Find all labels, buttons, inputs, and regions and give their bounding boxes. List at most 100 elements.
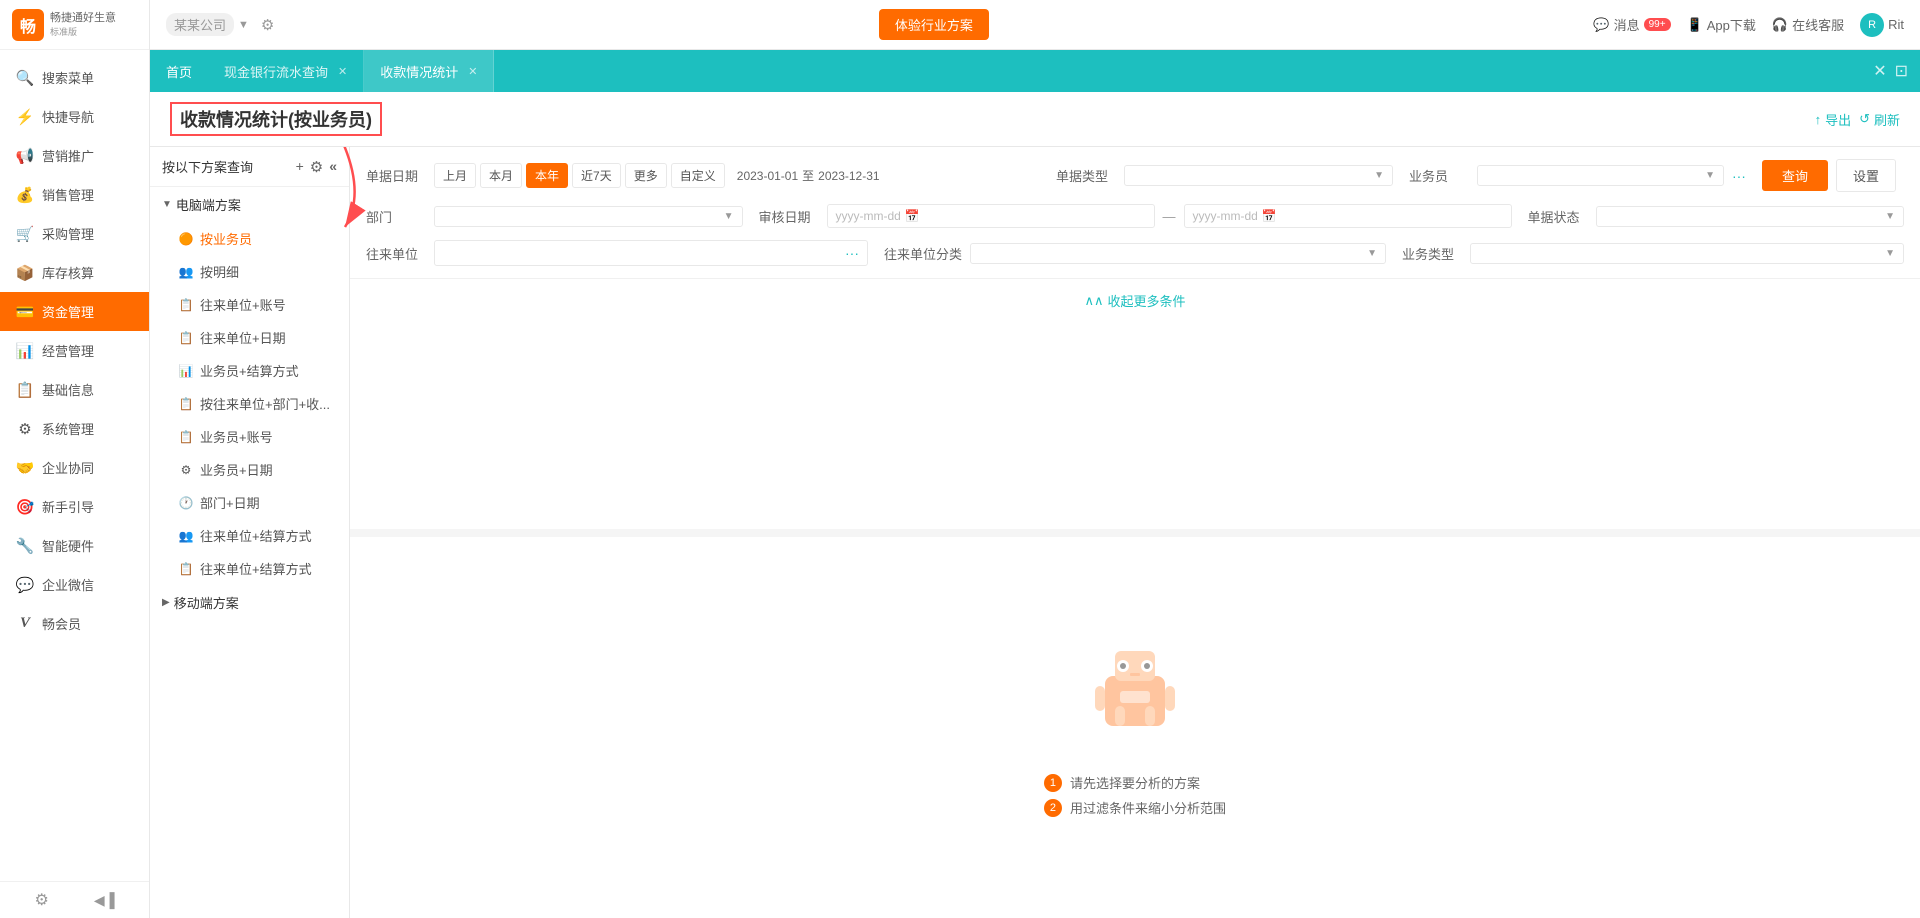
scheme-item-label: 业务员+账号 bbox=[200, 427, 273, 446]
tab-minimize-icon[interactable]: ✕ bbox=[1873, 61, 1886, 81]
scheme-item-dept-date[interactable]: 🕐 部门+日期 bbox=[150, 486, 349, 519]
scheme-item-icon-detail: 👥 bbox=[178, 264, 194, 280]
preset-this-year[interactable]: 本年 bbox=[526, 163, 568, 188]
step-1-num: 1 bbox=[1044, 774, 1062, 792]
scheme-item-partner-settlement2[interactable]: 📋 往来单位+结算方式 bbox=[150, 552, 349, 585]
preset-more[interactable]: 更多 bbox=[625, 163, 667, 188]
scheme-collapse-icon[interactable]: « bbox=[329, 158, 337, 176]
collapse-conditions-btn[interactable]: ∧∧ 收起更多条件 bbox=[350, 278, 1920, 322]
scheme-item-label: 业务员+结算方式 bbox=[200, 361, 299, 380]
dept-arrow: ▼ bbox=[724, 211, 734, 222]
sidebar-item-smart-hw[interactable]: 🔧 智能硬件 bbox=[0, 526, 149, 565]
sidebar-item-enterprise[interactable]: 🤝 企业协同 bbox=[0, 448, 149, 487]
scheme-group-desktop-header[interactable]: ▼ 电脑端方案 bbox=[150, 187, 349, 222]
sidebar-item-label: 快捷导航 bbox=[42, 107, 94, 126]
edition-badge: 标准版 bbox=[50, 25, 116, 38]
scheme-item-salesperson-date[interactable]: ⚙ 业务员+日期 bbox=[150, 453, 349, 486]
empty-illustration bbox=[1075, 631, 1195, 751]
app-download-btn[interactable]: 📱 App下载 bbox=[1687, 15, 1756, 34]
refresh-btn[interactable]: ↺ 刷新 bbox=[1859, 110, 1900, 129]
scheme-item-icon-dd: 🕐 bbox=[178, 495, 194, 511]
partner-category-select[interactable]: ▼ bbox=[970, 243, 1386, 264]
scheme-add-icon[interactable]: + bbox=[296, 158, 304, 176]
sidebar-item-system[interactable]: ⚙ 系统管理 bbox=[0, 409, 149, 448]
sales-icon: 💰 bbox=[16, 186, 34, 204]
settings-bottom-icon[interactable]: ⚙ bbox=[34, 890, 48, 910]
sidebar-item-search-menu[interactable]: 🔍 搜索菜单 bbox=[0, 58, 149, 97]
avatar: R bbox=[1860, 13, 1884, 37]
sidebar-item-label: 智能硬件 bbox=[42, 536, 94, 555]
settings-btn[interactable]: 设置 bbox=[1836, 159, 1896, 192]
sidebar-item-label: 销售管理 bbox=[42, 185, 94, 204]
purchase-icon: 🛒 bbox=[16, 225, 34, 243]
messages-btn[interactable]: 💬 消息 99+ bbox=[1593, 15, 1670, 34]
tab-collection-stats[interactable]: 收款情况统计 ✕ bbox=[364, 50, 494, 92]
breadcrumb-dropdown[interactable]: ▼ bbox=[238, 19, 249, 31]
tab-maximize-icon[interactable]: ⊡ bbox=[1895, 61, 1908, 81]
scheme-item-salesperson-settlement[interactable]: 📊 业务员+结算方式 bbox=[150, 354, 349, 387]
export-btn[interactable]: ↑ 导出 bbox=[1815, 110, 1852, 129]
sidebar-item-beginner[interactable]: 🎯 新手引导 bbox=[0, 487, 149, 526]
scheme-group-mobile-header[interactable]: ▶ 移动端方案 bbox=[150, 585, 349, 620]
dept-select[interactable]: ▼ bbox=[434, 206, 743, 227]
date-range: 2023-01-01 至 2023-12-31 bbox=[737, 167, 880, 184]
audit-date-to[interactable]: yyyy-mm-dd 📅 bbox=[1184, 204, 1512, 228]
calendar-from-icon[interactable]: 📅 bbox=[905, 209, 920, 223]
preset-7days[interactable]: 近7天 bbox=[572, 163, 621, 188]
system-icon: ⚙ bbox=[16, 420, 34, 438]
sidebar-item-basic-info[interactable]: 📋 基础信息 bbox=[0, 370, 149, 409]
online-service-label: 在线客服 bbox=[1792, 15, 1844, 34]
sidebar-item-sales[interactable]: 💰 销售管理 bbox=[0, 175, 149, 214]
sidebar-item-purchase[interactable]: 🛒 采购管理 bbox=[0, 214, 149, 253]
sidebar-item-quick-nav[interactable]: ⚡ 快捷导航 bbox=[0, 97, 149, 136]
salesperson-select[interactable]: ▼ bbox=[1477, 165, 1724, 186]
filter-actions-row1: 查询 设置 bbox=[1762, 159, 1904, 192]
sidebar-item-member[interactable]: V 畅会员 bbox=[0, 604, 149, 643]
salesperson-more-dots[interactable]: ··· bbox=[1732, 168, 1746, 184]
sidebar-item-label: 经营管理 bbox=[42, 341, 94, 360]
query-btn[interactable]: 查询 bbox=[1762, 160, 1828, 191]
sidebar-item-wechat[interactable]: 💬 企业微信 bbox=[0, 565, 149, 604]
voucher-type-select[interactable]: ▼ bbox=[1124, 165, 1393, 186]
tab-home[interactable]: 首页 bbox=[150, 50, 208, 92]
biz-type-select[interactable]: ▼ bbox=[1470, 243, 1904, 264]
trial-btn[interactable]: 体验行业方案 bbox=[879, 9, 989, 40]
calendar-to-icon[interactable]: 📅 bbox=[1262, 209, 1277, 223]
scheme-item-by-salesperson[interactable]: 🟠 按业务员 bbox=[150, 222, 349, 255]
partner-select[interactable]: ··· bbox=[434, 240, 868, 266]
tab-bank-flow[interactable]: 现金银行流水查询 ✕ bbox=[208, 50, 364, 92]
scheme-item-partner-settlement1[interactable]: 👥 往来单位+结算方式 bbox=[150, 519, 349, 552]
scheme-settings-icon[interactable]: ⚙ bbox=[310, 158, 323, 176]
capital-icon: 💳 bbox=[16, 303, 34, 321]
user-profile-btn[interactable]: R Rit bbox=[1860, 13, 1904, 37]
preset-last-month[interactable]: 上月 bbox=[434, 163, 476, 188]
empty-step-2: 2 用过滤条件来缩小分析范围 bbox=[1044, 798, 1226, 817]
tab-close-bank[interactable]: ✕ bbox=[338, 65, 347, 78]
scheme-item-salesperson-account[interactable]: 📋 业务员+账号 bbox=[150, 420, 349, 453]
sidebar-item-marketing[interactable]: 📢 营销推广 bbox=[0, 136, 149, 175]
filter-area: 单据日期 上月 本月 本年 近7天 更多 自定义 2023-01-01 bbox=[350, 147, 1920, 529]
page-header: 收款情况统计(按业务员) ↑ 导出 ↺ 刷新 bbox=[150, 92, 1920, 147]
date-separator: 至 bbox=[802, 167, 814, 184]
partner-more-dots[interactable]: ··· bbox=[845, 245, 859, 261]
home-tab-label: 首页 bbox=[166, 62, 192, 81]
sidebar-item-business[interactable]: 📊 经营管理 bbox=[0, 331, 149, 370]
preset-custom[interactable]: 自定义 bbox=[671, 163, 725, 188]
tab-close-collection[interactable]: ✕ bbox=[468, 65, 477, 78]
voucher-status-arrow: ▼ bbox=[1885, 211, 1895, 222]
audit-from-placeholder: yyyy-mm-dd bbox=[836, 209, 901, 223]
sidebar-item-inventory[interactable]: 📦 库存核算 bbox=[0, 253, 149, 292]
scheme-item-partner-account[interactable]: 📋 往来单位+账号 bbox=[150, 288, 349, 321]
member-icon: V bbox=[16, 615, 34, 633]
collapse-sidebar-icon[interactable]: ◀▐ bbox=[94, 892, 115, 909]
audit-date-from[interactable]: yyyy-mm-dd 📅 bbox=[827, 204, 1155, 228]
sidebar-item-capital[interactable]: 💳 资金管理 bbox=[0, 292, 149, 331]
online-service-btn[interactable]: 🎧 在线客服 bbox=[1772, 15, 1844, 34]
scheme-item-partner-dept[interactable]: 📋 按往来单位+部门+收... bbox=[150, 387, 349, 420]
scheme-item-partner-date[interactable]: 📋 往来单位+日期 bbox=[150, 321, 349, 354]
scheme-item-by-detail[interactable]: 👥 按明细 bbox=[150, 255, 349, 288]
content-area: 按以下方案查询 + ⚙ « ▼ 电脑端方案 🟠 按业务员 bbox=[150, 147, 1920, 918]
preset-this-month[interactable]: 本月 bbox=[480, 163, 522, 188]
settings-header-icon[interactable]: ⚙ bbox=[261, 16, 274, 34]
voucher-status-select[interactable]: ▼ bbox=[1596, 206, 1905, 227]
